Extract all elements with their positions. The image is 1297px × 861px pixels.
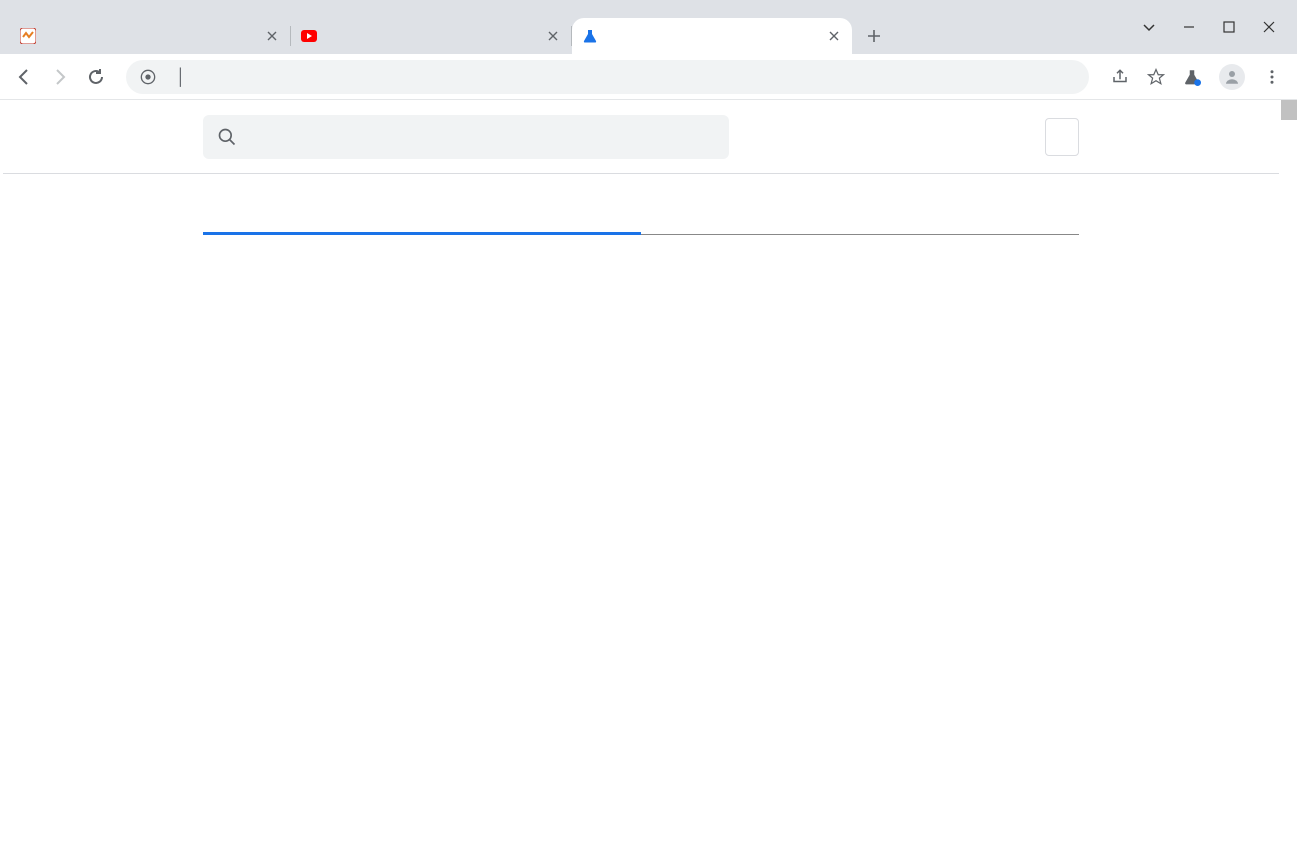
- tab-unavailable[interactable]: [641, 206, 1079, 235]
- reload-button[interactable]: [82, 63, 110, 91]
- flags-tab-nav: [203, 206, 1079, 235]
- search-input[interactable]: [247, 126, 715, 147]
- browser-tab-ghacks[interactable]: [10, 18, 290, 54]
- scrollbar-thumb[interactable]: [1281, 100, 1297, 120]
- browser-tab-youtube[interactable]: [291, 18, 571, 54]
- address-bar[interactable]: │: [126, 60, 1089, 94]
- tab-list: [0, 10, 1121, 54]
- toolbar-right: [1105, 64, 1287, 90]
- chevron-down-icon[interactable]: [1141, 19, 1157, 35]
- flask-icon: [582, 28, 598, 44]
- tab-available[interactable]: [203, 206, 641, 235]
- forward-button[interactable]: [46, 63, 74, 91]
- site-info-icon[interactable]: [140, 69, 156, 85]
- window-controls: [1121, 10, 1297, 54]
- profile-avatar[interactable]: [1219, 64, 1245, 90]
- favicon-ghacks: [20, 28, 36, 44]
- browser-tab-experiments[interactable]: [572, 18, 852, 54]
- flags-top-bar: [3, 100, 1279, 174]
- page-viewport: [0, 100, 1281, 855]
- close-icon[interactable]: [545, 28, 561, 44]
- share-icon[interactable]: [1111, 68, 1129, 86]
- new-tab-button[interactable]: [860, 22, 888, 50]
- kebab-menu-icon[interactable]: [1263, 68, 1281, 86]
- url-separator: │: [176, 67, 186, 87]
- favicon-youtube: [301, 28, 317, 44]
- window-tab-strip: [0, 0, 1297, 54]
- reset-all-button[interactable]: [1045, 118, 1079, 156]
- window-close-icon[interactable]: [1261, 19, 1277, 35]
- maximize-icon[interactable]: [1221, 19, 1237, 35]
- browser-toolbar: │: [0, 54, 1297, 100]
- bookmark-icon[interactable]: [1147, 68, 1165, 86]
- search-icon: [217, 127, 237, 147]
- search-flags-field[interactable]: [203, 115, 729, 159]
- back-button[interactable]: [10, 63, 38, 91]
- close-icon[interactable]: [264, 28, 280, 44]
- extension-flask-icon[interactable]: [1183, 68, 1201, 86]
- minimize-icon[interactable]: [1181, 19, 1197, 35]
- close-icon[interactable]: [826, 28, 842, 44]
